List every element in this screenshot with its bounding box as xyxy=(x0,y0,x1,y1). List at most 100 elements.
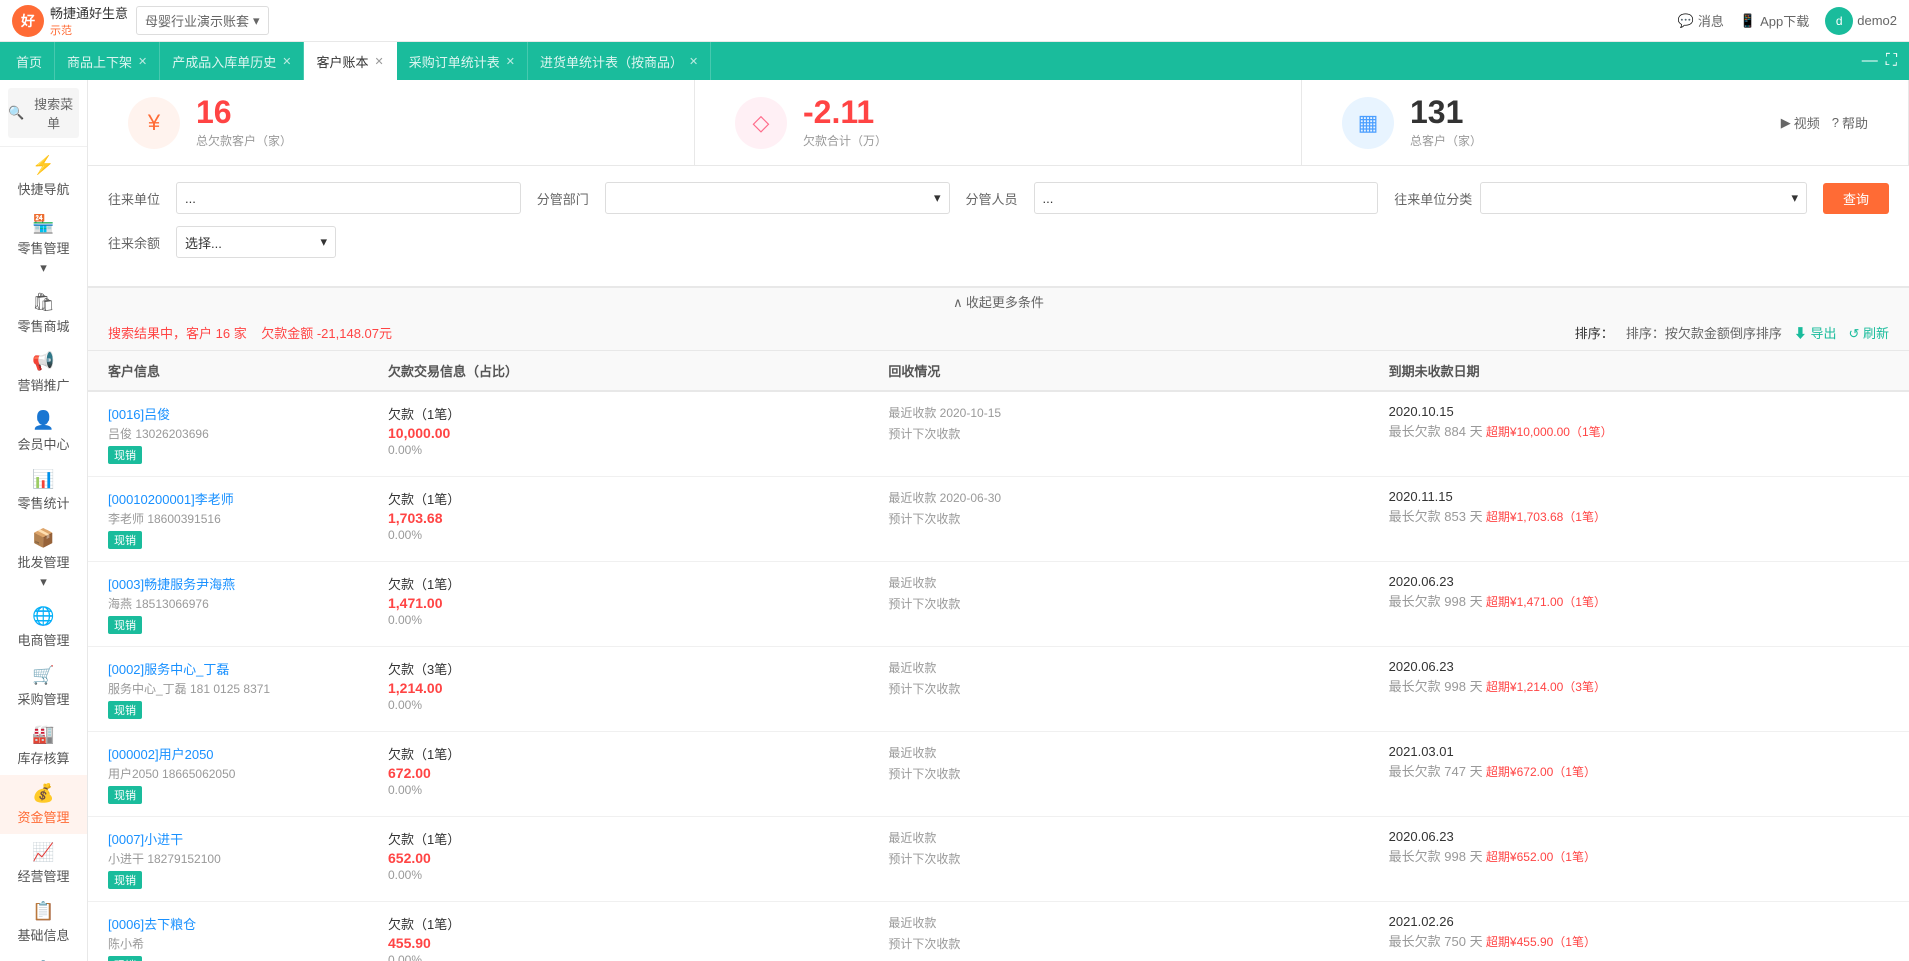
tab-import-stat[interactable]: 进货单统计表（按商品） ✕ xyxy=(528,42,711,80)
unit-category-select[interactable]: ▾ xyxy=(1480,182,1807,214)
manager-input[interactable]: ... xyxy=(1034,182,1379,214)
customer-name-5[interactable]: [0007]小进干 xyxy=(108,829,388,848)
video-icon: ▶ xyxy=(1781,115,1791,131)
chevron-down-icon: ▾ xyxy=(934,190,941,206)
customer-phone-6: 陈小希 xyxy=(108,935,388,952)
tab-purchase-order[interactable]: 采购订单统计表 ✕ xyxy=(397,42,528,80)
tab-close-import-stat[interactable]: ✕ xyxy=(689,55,698,68)
sidebar-item-member[interactable]: 👤 会员中心 xyxy=(0,402,87,461)
logo-text: 畅捷通好生意 示范 xyxy=(50,3,128,38)
col-header-customer: 客户信息 xyxy=(108,361,388,380)
sidebar-item-retail-mall[interactable]: 🛍 零售商城 xyxy=(0,284,87,343)
tab-home[interactable]: 首页 xyxy=(4,42,55,80)
logo-area[interactable]: 好 畅捷通好生意 示范 xyxy=(12,3,128,38)
search-button[interactable]: 查询 xyxy=(1823,183,1889,214)
customer-info-1: [00010200001]李老师 李老师 18600391516 现销 xyxy=(108,489,388,549)
tab-close-product-history[interactable]: ✕ xyxy=(282,55,291,68)
source-unit-dots: ... xyxy=(185,191,196,206)
help-button[interactable]: ? 帮助 xyxy=(1832,113,1868,132)
debt-info-3: 欠款（3笔） 1,214.00 0.00% xyxy=(388,659,888,712)
tab-close-customer-account[interactable]: ✕ xyxy=(375,55,384,68)
customer-tag-1: 现销 xyxy=(108,531,142,549)
search-menu-button[interactable]: 🔍 搜索菜单 xyxy=(8,88,79,138)
sidebar-item-inventory[interactable]: 🏭 库存核算 xyxy=(0,716,87,775)
top-bar: 好 畅捷通好生意 示范 母婴行业演示账套 ▾ 💬 消息 📱 App下载 d de… xyxy=(0,0,1909,42)
tab-product-off[interactable]: 商品上下架 ✕ xyxy=(55,42,160,80)
col-header-debt: 欠款交易信息（占比） xyxy=(388,361,888,380)
recovery-info-6: 最近收款 预计下次收款 xyxy=(888,914,1388,952)
balance-select[interactable]: 选择... ▾ xyxy=(176,226,336,258)
data-table: 客户信息 欠款交易信息（占比） 回收情况 到期未收款日期 [0016]吕俊 吕俊… xyxy=(88,351,1909,961)
export-button[interactable]: ⬇ 导出 xyxy=(1794,323,1837,342)
dept-select[interactable]: ▾ xyxy=(605,182,950,214)
refresh-button[interactable]: ↺ 刷新 xyxy=(1848,323,1889,342)
sidebar-item-retail-mgmt[interactable]: 🏪 零售管理 ▾ xyxy=(0,206,87,284)
tab-maximize-icon[interactable]: ⛶ xyxy=(1886,52,1897,70)
user-menu[interactable]: d demo2 xyxy=(1825,7,1897,35)
customer-tag-5: 现销 xyxy=(108,871,142,889)
tab-close-purchase-order[interactable]: ✕ xyxy=(506,55,515,68)
debt-info-5: 欠款（1笔） 652.00 0.00% xyxy=(388,829,888,882)
sidebar: 🔍 搜索菜单 ⚡ 快捷导航 🏪 零售管理 ▾ 🛍 零售商城 📢 营销推广 👤 会… xyxy=(0,80,88,961)
main-content: ¥ 16 总欠款客户（家） ◇ -2.11 欠款合计（万） ▦ 131 总客户（… xyxy=(88,80,1909,961)
sidebar-item-system[interactable]: ⚙️ 系统管理 xyxy=(0,952,87,961)
debt-customers-icon: ¥ xyxy=(128,97,180,149)
store-selector[interactable]: 母婴行业演示账套 ▾ xyxy=(136,6,269,35)
recovery-info-1: 最近收款 2020-06-30 预计下次收款 xyxy=(888,489,1388,527)
table-row: [000002]用户2050 用户2050 18665062050 现销 欠款（… xyxy=(88,732,1909,817)
customer-info-4: [000002]用户2050 用户2050 18665062050 现销 xyxy=(108,744,388,804)
customer-phone-3: 服务中心_丁磊 181 0125 8371 xyxy=(108,680,388,697)
customer-name-3[interactable]: [0002]服务中心_丁磊 xyxy=(108,659,388,678)
sort-selector[interactable]: 排序：按欠款金额倒序排序 xyxy=(1626,323,1782,342)
debt-info-6: 欠款（1笔） 455.90 0.00% xyxy=(388,914,888,961)
sort-label: 排序： xyxy=(1575,323,1614,342)
search-icon: 🔍 xyxy=(8,105,24,121)
sidebar-item-basic-info[interactable]: 📋 基础信息 xyxy=(0,893,87,952)
sidebar-item-purchase[interactable]: 🛒 采购管理 xyxy=(0,657,87,716)
source-unit-label: 往来单位 xyxy=(108,189,168,208)
sidebar-item-ecommerce[interactable]: 🌐 电商管理 xyxy=(0,598,87,657)
manager-label: 分管人员 xyxy=(966,189,1026,208)
overdue-link-0[interactable]: 超期¥10,000.00（1笔） xyxy=(1486,425,1613,439)
sidebar-item-retail-stats[interactable]: 📊 零售统计 xyxy=(0,461,87,520)
retail-mgmt-icon: 🏪 xyxy=(32,214,54,235)
overdue-link-6[interactable]: 超期¥455.90（1笔） xyxy=(1486,935,1596,949)
overdue-link-2[interactable]: 超期¥1,471.00（1笔） xyxy=(1486,595,1606,609)
stats-row: ¥ 16 总欠款客户（家） ◇ -2.11 欠款合计（万） ▦ 131 总客户（… xyxy=(88,80,1909,166)
customer-name-4[interactable]: [000002]用户2050 xyxy=(108,744,388,763)
tab-close-product-off[interactable]: ✕ xyxy=(138,55,147,68)
customer-name-6[interactable]: [0006]去下粮仓 xyxy=(108,914,388,933)
overdue-link-5[interactable]: 超期¥652.00（1笔） xyxy=(1486,850,1596,864)
message-button[interactable]: 💬 消息 xyxy=(1678,11,1724,30)
customer-name-1[interactable]: [00010200001]李老师 xyxy=(108,489,388,508)
ops-icon: 📈 xyxy=(32,842,54,863)
customer-name-2[interactable]: [0003]畅捷服务尹海燕 xyxy=(108,574,388,593)
customer-info-2: [0003]畅捷服务尹海燕 海燕 18513066976 现销 xyxy=(108,574,388,634)
results-summary: 搜索结果中，客户 16 家 欠款金额 -21,148.07元 排序： 排序：按欠… xyxy=(88,315,1909,351)
customer-tag-2: 现销 xyxy=(108,616,142,634)
collapse-row[interactable]: ∧ 收起更多条件 xyxy=(88,287,1909,315)
overdue-link-4[interactable]: 超期¥672.00（1笔） xyxy=(1486,765,1596,779)
overdue-link-3[interactable]: 超期¥1,214.00（3笔） xyxy=(1486,680,1606,694)
customer-tag-3: 现销 xyxy=(108,701,142,719)
col-header-due: 到期未收款日期 xyxy=(1389,361,1889,380)
tab-minimize-icon[interactable]: — xyxy=(1862,52,1878,70)
customer-phone-0: 吕俊 13026203696 xyxy=(108,425,388,442)
view-video-button[interactable]: ▶ 视频 xyxy=(1781,113,1820,132)
table-row: [0002]服务中心_丁磊 服务中心_丁磊 181 0125 8371 现销 欠… xyxy=(88,647,1909,732)
sidebar-item-batch-mgmt[interactable]: 📦 批发管理 ▾ xyxy=(0,520,87,598)
filter-row-1: 往来单位 ... 分管部门 ▾ 分管人员 ... xyxy=(108,182,1889,214)
debt-info-2: 欠款（1笔） 1,471.00 0.00% xyxy=(388,574,888,627)
sidebar-item-finance[interactable]: 💰 资金管理 xyxy=(0,775,87,834)
retail-mall-icon: 🛍 xyxy=(32,292,55,313)
customer-name-0[interactable]: [0016]吕俊 xyxy=(108,404,388,423)
overdue-link-1[interactable]: 超期¥1,703.68（1笔） xyxy=(1486,510,1606,524)
source-unit-input[interactable]: ... xyxy=(176,182,521,214)
sidebar-item-ops[interactable]: 📈 经营管理 xyxy=(0,834,87,893)
sidebar-item-marketing[interactable]: 📢 营销推广 xyxy=(0,343,87,402)
sidebar-item-quick-nav[interactable]: ⚡ 快捷导航 xyxy=(0,147,87,206)
tab-customer-account[interactable]: 客户账本 ✕ xyxy=(304,42,396,80)
app-download-button[interactable]: 📱 App下载 xyxy=(1740,11,1809,30)
tab-product-history[interactable]: 产成品入库单历史 ✕ xyxy=(160,42,304,80)
results-info: 搜索结果中，客户 16 家 欠款金额 -21,148.07元 xyxy=(108,323,392,342)
